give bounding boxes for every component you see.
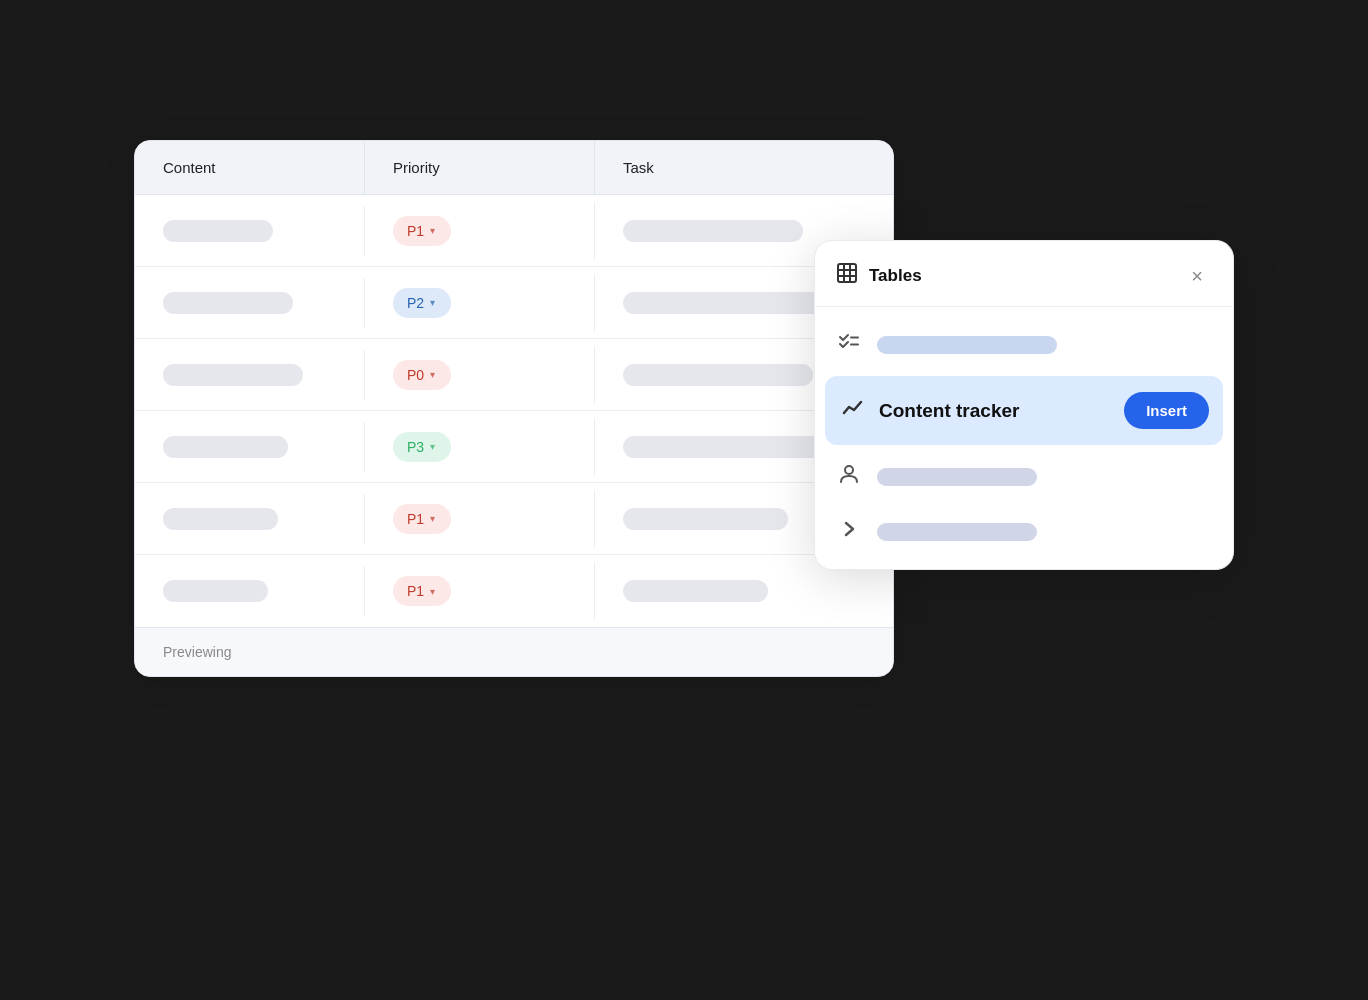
task-placeholder	[623, 436, 823, 458]
task-placeholder	[623, 292, 843, 314]
table-row: P1 ▾	[135, 195, 893, 267]
priority-badge-p2[interactable]: P2 ▾	[393, 288, 451, 318]
table-footer: Previewing	[135, 627, 893, 676]
content-placeholder	[163, 292, 293, 314]
popup-title: Tables	[869, 266, 922, 286]
content-placeholder	[163, 436, 288, 458]
content-placeholder	[163, 364, 303, 386]
chevron-down-icon: ▾	[430, 441, 435, 452]
checklist-icon	[835, 331, 863, 358]
table-row: P1 ▾	[135, 483, 893, 555]
chevron-right-icon	[835, 518, 863, 545]
task-placeholder	[623, 508, 788, 530]
table-row: P0 ▾	[135, 339, 893, 411]
cell-content	[135, 350, 365, 400]
table-card: Content Priority Task P1 ▾	[134, 140, 894, 677]
close-button[interactable]: ×	[1185, 264, 1209, 288]
task-placeholder	[623, 364, 813, 386]
chevron-down-icon: ▾	[430, 513, 435, 524]
content-placeholder	[163, 508, 278, 530]
cell-priority: P1 ▾	[365, 562, 595, 620]
tables-popup: Tables ×	[814, 240, 1234, 570]
scene: Content Priority Task P1 ▾	[134, 140, 1234, 860]
cell-content	[135, 422, 365, 472]
svg-point-7	[845, 466, 853, 474]
popup-header: Tables ×	[815, 241, 1233, 307]
content-tracker-label: Content tracker	[879, 400, 1112, 422]
priority-badge-p1[interactable]: P1 ▾	[393, 576, 451, 606]
person-icon	[835, 463, 863, 490]
task-placeholder	[623, 220, 803, 242]
svg-rect-0	[838, 264, 856, 282]
chevron-down-icon: ▾	[430, 297, 435, 308]
table-icon	[835, 261, 859, 290]
cell-content	[135, 206, 365, 256]
cell-content	[135, 278, 365, 328]
cell-priority: P3 ▾	[365, 418, 595, 476]
cell-content	[135, 494, 365, 544]
cell-priority: P0 ▾	[365, 346, 595, 404]
priority-badge-p1[interactable]: P1 ▾	[393, 504, 451, 534]
popup-list: Content tracker Insert	[815, 307, 1233, 569]
chevron-down-icon: ▾	[430, 369, 435, 380]
insert-button[interactable]: Insert	[1124, 392, 1209, 429]
popup-item-more[interactable]	[815, 504, 1233, 559]
cell-priority: P1 ▾	[365, 202, 595, 260]
checklist-label-placeholder	[877, 336, 1057, 354]
table-header: Content Priority Task	[135, 141, 893, 195]
popup-item-content-tracker[interactable]: Content tracker Insert	[825, 376, 1223, 445]
content-placeholder	[163, 220, 273, 242]
chevron-down-icon: ▾	[430, 225, 435, 236]
popup-item-checklist[interactable]	[815, 317, 1233, 372]
cell-content	[135, 566, 365, 616]
priority-badge-p0[interactable]: P0 ▾	[393, 360, 451, 390]
col-header-content: Content	[135, 141, 365, 194]
table-row: P1 ▾	[135, 555, 893, 627]
person-label-placeholder	[877, 468, 1037, 486]
table-row: P2 ▾	[135, 267, 893, 339]
table-body: P1 ▾ P2 ▾	[135, 195, 893, 627]
col-header-task: Task	[595, 141, 893, 194]
more-label-placeholder	[877, 523, 1037, 541]
trend-icon	[839, 396, 867, 425]
col-header-priority: Priority	[365, 141, 595, 194]
cell-priority: P2 ▾	[365, 274, 595, 332]
chevron-down-icon: ▾	[430, 586, 435, 597]
popup-title-area: Tables	[835, 261, 922, 290]
cell-priority: P1 ▾	[365, 490, 595, 548]
table-row: P3 ▾	[135, 411, 893, 483]
content-placeholder	[163, 580, 268, 602]
cell-task	[595, 566, 893, 616]
priority-badge-p1[interactable]: P1 ▾	[393, 216, 451, 246]
task-placeholder	[623, 580, 768, 602]
priority-badge-p3[interactable]: P3 ▾	[393, 432, 451, 462]
previewing-label: Previewing	[163, 644, 231, 660]
popup-item-person[interactable]	[815, 449, 1233, 504]
